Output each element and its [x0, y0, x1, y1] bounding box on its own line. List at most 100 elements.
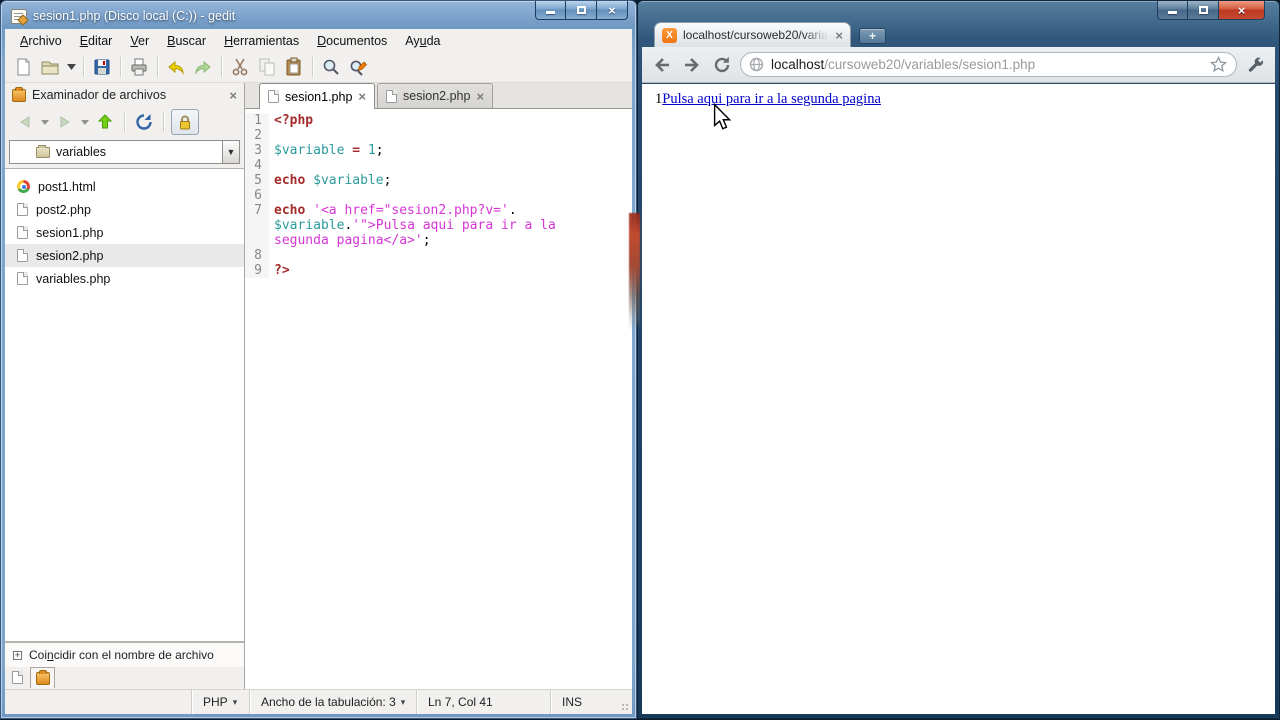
- open-dropdown-icon[interactable]: [65, 55, 77, 79]
- status-spacer: [5, 690, 191, 714]
- menu-buscar[interactable]: Buscar: [158, 31, 215, 51]
- gedit-titlebar[interactable]: sesion1.php (Disco local (C:)) - gedit: [11, 6, 235, 26]
- match-filename-row[interactable]: Coincidir con el nombre de archivo: [5, 642, 244, 667]
- line-number: 4: [245, 158, 269, 173]
- line-number: 2: [245, 128, 269, 143]
- document-icon: [12, 671, 23, 684]
- cursor-position: Ln 7, Col 41: [416, 690, 550, 714]
- background-reflection: [629, 213, 640, 331]
- minimize-button[interactable]: [535, 1, 566, 20]
- file-row-sesion1.php[interactable]: sesion1.php: [5, 221, 244, 244]
- new-document-icon[interactable]: [11, 55, 35, 79]
- page-link[interactable]: Pulsa aqui para ir a la segunda pagina: [662, 91, 881, 107]
- documents-panel-tab[interactable]: [5, 667, 30, 688]
- code-line: 2: [245, 128, 632, 143]
- refresh-icon[interactable]: [132, 110, 156, 134]
- language-selector[interactable]: PHP: [191, 690, 249, 714]
- code-line: 5 echo $variable;: [245, 173, 632, 188]
- close-button[interactable]: [1219, 1, 1265, 20]
- redo-icon[interactable]: [191, 55, 215, 79]
- forward-icon[interactable]: [53, 110, 77, 134]
- find-icon[interactable]: [319, 55, 343, 79]
- menu-ver[interactable]: Ver: [121, 31, 158, 51]
- browser-window-controls: [1157, 1, 1265, 20]
- code-text: echo $variable;: [274, 173, 392, 188]
- tab-close-icon[interactable]: [358, 90, 366, 103]
- file-row-post1.html[interactable]: post1.html: [5, 175, 244, 198]
- menu-editar[interactable]: Editar: [71, 31, 122, 51]
- combobox-dropdown-icon[interactable]: [222, 141, 239, 163]
- save-icon[interactable]: [90, 55, 114, 79]
- folder-icon: [36, 144, 50, 158]
- find-replace-icon[interactable]: [346, 55, 370, 79]
- maximize-button[interactable]: [566, 1, 597, 20]
- open-folder-icon[interactable]: [38, 55, 62, 79]
- close-button[interactable]: [597, 1, 628, 20]
- file-row-post2.php[interactable]: post2.php: [5, 198, 244, 221]
- code-line: 9 ?>: [245, 263, 632, 278]
- maximize-button[interactable]: [1188, 1, 1219, 20]
- code-line: 1 <?php: [245, 113, 632, 128]
- wrench-icon[interactable]: [1244, 53, 1267, 76]
- minimize-button[interactable]: [1157, 1, 1188, 20]
- status-bar: PHP Ancho de la tabulación: 3 Ln 7, Col …: [5, 689, 632, 714]
- reload-icon[interactable]: [710, 53, 733, 76]
- line-number: [245, 233, 269, 248]
- menu-ayuda[interactable]: Ayuda: [396, 31, 449, 51]
- toolbar-separator: [163, 112, 164, 132]
- cut-icon[interactable]: [228, 55, 252, 79]
- code-text: <?php: [274, 113, 314, 128]
- forward-dropdown-icon[interactable]: [79, 110, 91, 134]
- panel-close-icon[interactable]: [229, 89, 237, 102]
- paste-icon[interactable]: [282, 55, 306, 79]
- menu-archivo[interactable]: Archivo: [11, 31, 71, 51]
- menu-herramientas[interactable]: Herramientas: [215, 31, 308, 51]
- tab-close-icon[interactable]: [476, 90, 484, 103]
- lock-icon[interactable]: [171, 109, 199, 135]
- file-list: post1.html post2.php sesion1.php sesion2.ph…: [5, 168, 244, 642]
- editor-tab-sesion2.php[interactable]: sesion2.php: [377, 83, 494, 108]
- page-text: 1Pulsa aqui para ir a la segunda pagina: [655, 91, 881, 108]
- toolbar-separator: [120, 57, 121, 77]
- tab-width-selector[interactable]: Ancho de la tabulación: 3: [249, 690, 416, 714]
- file-browser-icon: [35, 669, 50, 685]
- print-icon[interactable]: [127, 55, 151, 79]
- browser-page: 1Pulsa aqui para ir a la segunda pagina: [642, 84, 1275, 714]
- forward-icon[interactable]: [680, 53, 703, 76]
- gedit-window-controls: [535, 1, 628, 20]
- editor-tab-sesion1.php[interactable]: sesion1.php: [259, 83, 376, 109]
- up-icon[interactable]: [93, 110, 117, 134]
- file-browser-panel-tab[interactable]: [30, 667, 55, 688]
- menu-documentos[interactable]: Documentos: [308, 31, 396, 51]
- file-row-sesion2.php[interactable]: sesion2.php: [5, 244, 244, 267]
- location-combobox[interactable]: variables: [9, 140, 240, 164]
- gedit-window-title: sesion1.php (Disco local (C:)) - gedit: [33, 9, 236, 23]
- browser-tab[interactable]: localhost/cursoweb20/varia: [654, 22, 851, 47]
- url-bar[interactable]: localhost/cursoweb20/variables/sesion1.p…: [740, 52, 1237, 77]
- file-icon: [17, 226, 28, 239]
- undo-icon[interactable]: [164, 55, 188, 79]
- code-text: $variable = 1;: [274, 143, 384, 158]
- expander-icon[interactable]: [13, 650, 22, 660]
- back-icon[interactable]: [650, 53, 673, 76]
- toolbar-separator: [157, 57, 158, 77]
- star-icon[interactable]: [1210, 56, 1227, 73]
- toolbar-separator: [221, 57, 222, 77]
- url-path: /cursoweb20/variables/sesion1.php: [824, 57, 1036, 72]
- gedit-main-area: Examinador de archivos × variables ▼ pos…: [5, 83, 632, 689]
- file-row-variables.php[interactable]: variables.php: [5, 267, 244, 290]
- tab-close-icon[interactable]: [835, 29, 843, 42]
- new-tab-button[interactable]: [859, 28, 886, 44]
- copy-icon[interactable]: [255, 55, 279, 79]
- code-area[interactable]: 1 <?php 2 3 $variable = 1; 4 5 echo $variable; 6…: [245, 109, 632, 689]
- url-host: localhost: [771, 57, 825, 72]
- back-dropdown-icon[interactable]: [39, 110, 51, 134]
- browser-toolbar: localhost/cursoweb20/variables/sesion1.p…: [642, 47, 1275, 83]
- code-text: ?>: [274, 263, 290, 278]
- document-icon: [386, 89, 398, 103]
- back-icon[interactable]: [13, 110, 37, 134]
- resize-grip[interactable]: [621, 703, 630, 712]
